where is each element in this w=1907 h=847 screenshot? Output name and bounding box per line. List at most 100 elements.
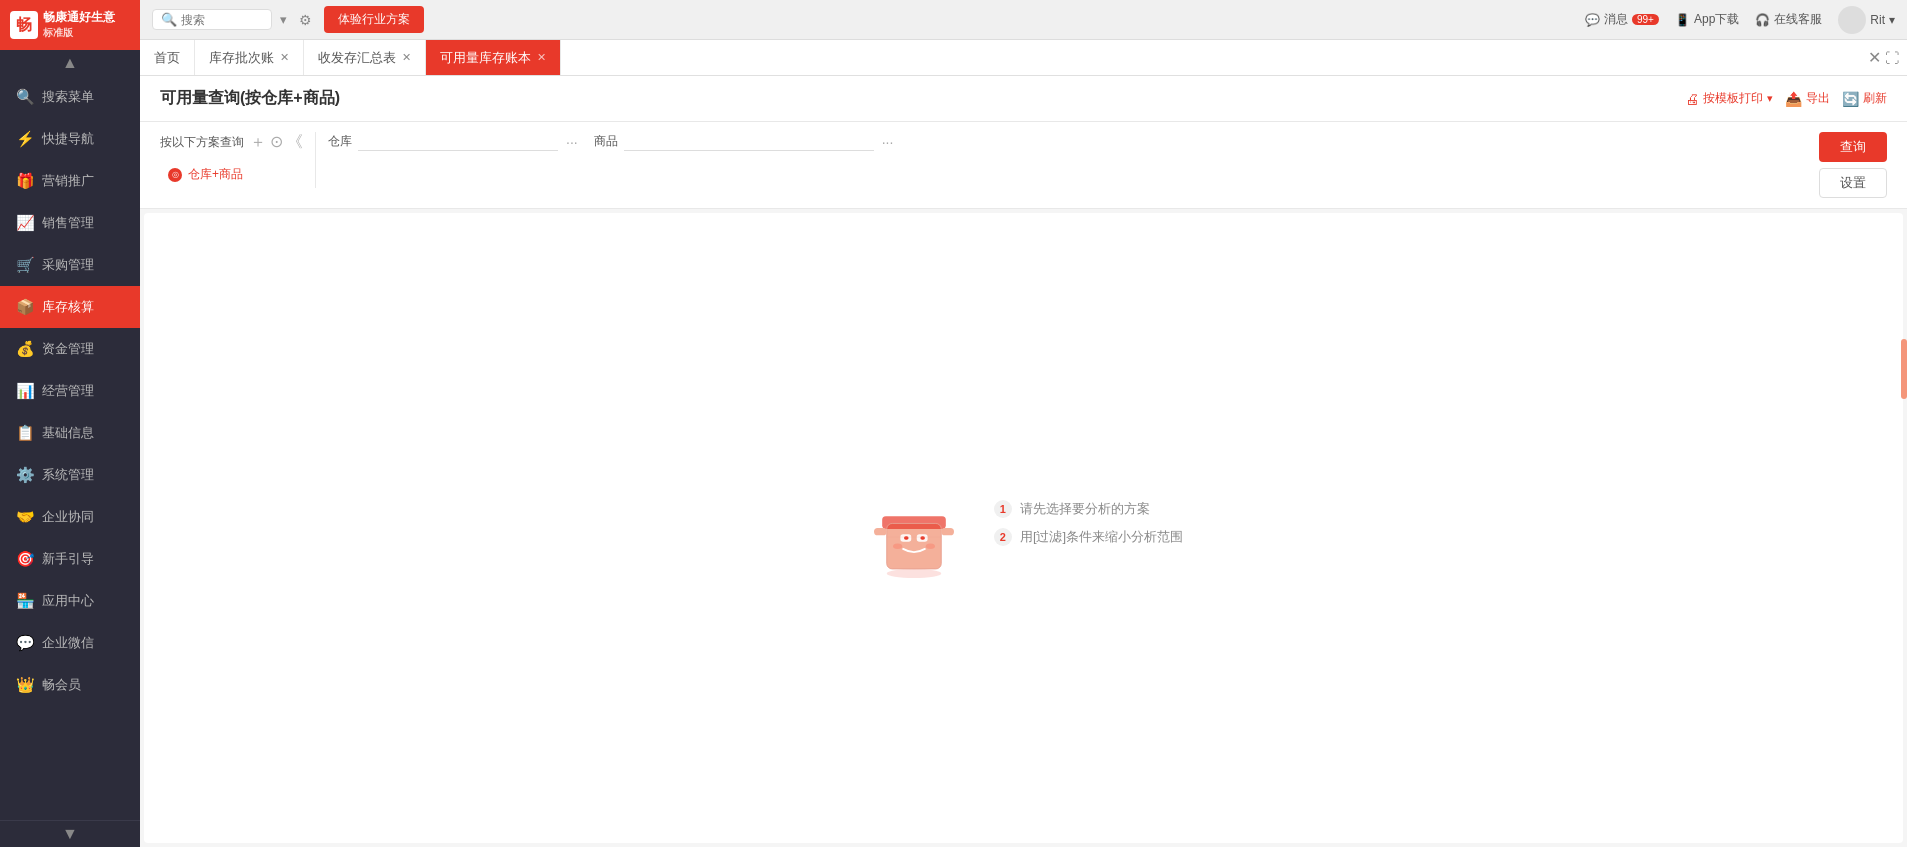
tab-inventory-batch-close[interactable]: ✕: [280, 51, 289, 64]
sidebar-item-label: 销售管理: [42, 214, 94, 232]
sidebar-item-inventory[interactable]: 📦 库存核算: [0, 286, 140, 328]
sidebar-item-operations[interactable]: 📊 经营管理: [0, 370, 140, 412]
wechat-icon: 💬: [16, 634, 34, 652]
settings-btn[interactable]: 设置: [1819, 168, 1887, 198]
tab-home-label: 首页: [154, 49, 180, 67]
tab-expand-btn[interactable]: ⛶: [1885, 50, 1899, 66]
app-download-label: App下载: [1694, 11, 1739, 28]
scroll-down-btn[interactable]: ▼: [0, 820, 140, 847]
user-menu-btn[interactable]: Rit ▾: [1838, 6, 1895, 34]
tab-available-stock[interactable]: 可用量库存账本 ✕: [426, 40, 561, 75]
warehouse-field-label: 仓库: [328, 133, 352, 150]
sidebar-item-vip[interactable]: 👑 畅会员: [0, 664, 140, 706]
sidebar-item-label: 基础信息: [42, 424, 94, 442]
scheme-panel: 按以下方案查询 ＋ ⊙ 《 ◎ 仓库+商品: [160, 132, 316, 188]
tab-collect-storage-close[interactable]: ✕: [402, 51, 411, 64]
system-icon: ⚙️: [16, 466, 34, 484]
inventory-icon: 📦: [16, 298, 34, 316]
user-avatar: [1838, 6, 1866, 34]
page-header: 可用量查询(按仓库+商品) 🖨 按模板打印 ▾ 📤 导出 🔄 刷新: [140, 76, 1907, 122]
tab-close-window-btn[interactable]: ✕: [1868, 48, 1881, 67]
product-more-icon[interactable]: ···: [882, 134, 894, 150]
scroll-up-btn[interactable]: ▲: [0, 50, 140, 76]
message-badge: 99+: [1632, 14, 1659, 25]
product-input[interactable]: [624, 132, 874, 151]
online-service-btn[interactable]: 🎧 在线客服: [1755, 11, 1822, 28]
tab-inventory-batch-label: 库存批次账: [209, 49, 274, 67]
sidebar-item-label: 经营管理: [42, 382, 94, 400]
sidebar-item-sales[interactable]: 📈 销售管理: [0, 202, 140, 244]
field-group-product: 商品 ···: [594, 132, 894, 151]
sidebar-item-quick-nav[interactable]: ⚡ 快捷导航: [0, 118, 140, 160]
topbar-search-icon: 🔍: [161, 12, 177, 27]
svg-rect-6: [904, 536, 909, 540]
print-icon: 🖨: [1685, 91, 1699, 107]
hint-text-1: 请先选择要分析的方案: [1020, 500, 1150, 518]
svg-rect-7: [920, 536, 925, 540]
sidebar-item-onboarding[interactable]: 🎯 新手引导: [0, 538, 140, 580]
message-btn[interactable]: 💬 消息 99+: [1585, 11, 1659, 28]
right-scrollbar[interactable]: [1901, 339, 1907, 399]
vip-icon: 👑: [16, 676, 34, 694]
sidebar-item-marketing[interactable]: 🎁 营销推广: [0, 160, 140, 202]
app-version: 标准版: [43, 26, 115, 40]
sidebar-item-label: 营销推广: [42, 172, 94, 190]
app-download-icon: 📱: [1675, 13, 1690, 27]
marketing-icon: 🎁: [16, 172, 34, 190]
page-title: 可用量查询(按仓库+商品): [160, 88, 340, 109]
scheme-settings-icon[interactable]: ⊙: [270, 132, 283, 153]
warehouse-input[interactable]: [358, 132, 558, 151]
export-btn[interactable]: 📤 导出: [1785, 90, 1830, 107]
industry-solution-btn[interactable]: 体验行业方案: [324, 6, 424, 33]
purchase-icon: 🛒: [16, 256, 34, 274]
sidebar-item-wechat[interactable]: 💬 企业微信: [0, 622, 140, 664]
warehouse-more-icon[interactable]: ···: [566, 134, 578, 150]
sidebar-item-label: 企业协同: [42, 508, 94, 526]
topbar-right: 💬 消息 99+ 📱 App下载 🎧 在线客服 Rit ▾: [1585, 6, 1895, 34]
query-btn[interactable]: 查询: [1819, 132, 1887, 162]
scheme-item-warehouse-product[interactable]: ◎ 仓库+商品: [160, 161, 303, 188]
sidebar-item-system[interactable]: ⚙️ 系统管理: [0, 454, 140, 496]
topbar-search-input[interactable]: [181, 13, 261, 27]
tab-inventory-batch[interactable]: 库存批次账 ✕: [195, 40, 304, 75]
refresh-btn[interactable]: 🔄 刷新: [1842, 90, 1887, 107]
sidebar-item-enterprise[interactable]: 🤝 企业协同: [0, 496, 140, 538]
enterprise-icon: 🤝: [16, 508, 34, 526]
sidebar-item-purchase[interactable]: 🛒 采购管理: [0, 244, 140, 286]
hint-num-1: 1: [994, 500, 1012, 518]
scheme-add-icon[interactable]: ＋: [250, 132, 266, 153]
topbar-gear-icon[interactable]: ⚙: [295, 8, 316, 32]
tab-home[interactable]: 首页: [140, 40, 195, 75]
sidebar-item-label: 畅会员: [42, 676, 81, 694]
tab-available-stock-close[interactable]: ✕: [537, 51, 546, 64]
logo-icon: 畅: [10, 11, 38, 39]
sidebar-item-label: 搜索菜单: [42, 88, 94, 106]
sidebar-item-app-center[interactable]: 🏪 应用中心: [0, 580, 140, 622]
online-service-icon: 🎧: [1755, 13, 1770, 27]
empty-illustration: [864, 478, 964, 578]
print-dropdown-icon[interactable]: ▾: [1767, 92, 1773, 105]
sidebar-item-basic-info[interactable]: 📋 基础信息: [0, 412, 140, 454]
app-name: 畅康通好生意: [43, 10, 115, 26]
user-name: Rit: [1870, 13, 1885, 27]
sidebar-item-label: 应用中心: [42, 592, 94, 610]
sidebar-item-fund[interactable]: 💰 资金管理: [0, 328, 140, 370]
export-label: 导出: [1806, 90, 1830, 107]
sidebar-item-label: 快捷导航: [42, 130, 94, 148]
export-icon: 📤: [1785, 91, 1802, 107]
scheme-dot-icon: ◎: [168, 168, 182, 182]
query-actions: 查询 设置: [1819, 132, 1887, 198]
topbar-dropdown-icon[interactable]: ▾: [280, 12, 287, 27]
tabs-actions: ✕ ⛶: [1860, 48, 1907, 67]
svg-point-9: [926, 543, 935, 548]
print-template-btn[interactable]: 🖨 按模板打印 ▾: [1685, 90, 1773, 107]
sidebar-item-search[interactable]: 🔍 搜索菜单: [0, 76, 140, 118]
topbar-search-box[interactable]: 🔍: [152, 9, 272, 30]
tabs-bar: 首页 库存批次账 ✕ 收发存汇总表 ✕ 可用量库存账本 ✕ ✕ ⛶: [140, 40, 1907, 76]
tab-collect-storage[interactable]: 收发存汇总表 ✕: [304, 40, 426, 75]
app-download-btn[interactable]: 📱 App下载: [1675, 11, 1739, 28]
empty-hints: 1 请先选择要分析的方案 2 用[过滤]条件来缩小分析范围: [994, 500, 1183, 556]
scheme-collapse-icon[interactable]: 《: [287, 132, 303, 153]
scheme-item-label: 仓库+商品: [188, 166, 243, 183]
operations-icon: 📊: [16, 382, 34, 400]
